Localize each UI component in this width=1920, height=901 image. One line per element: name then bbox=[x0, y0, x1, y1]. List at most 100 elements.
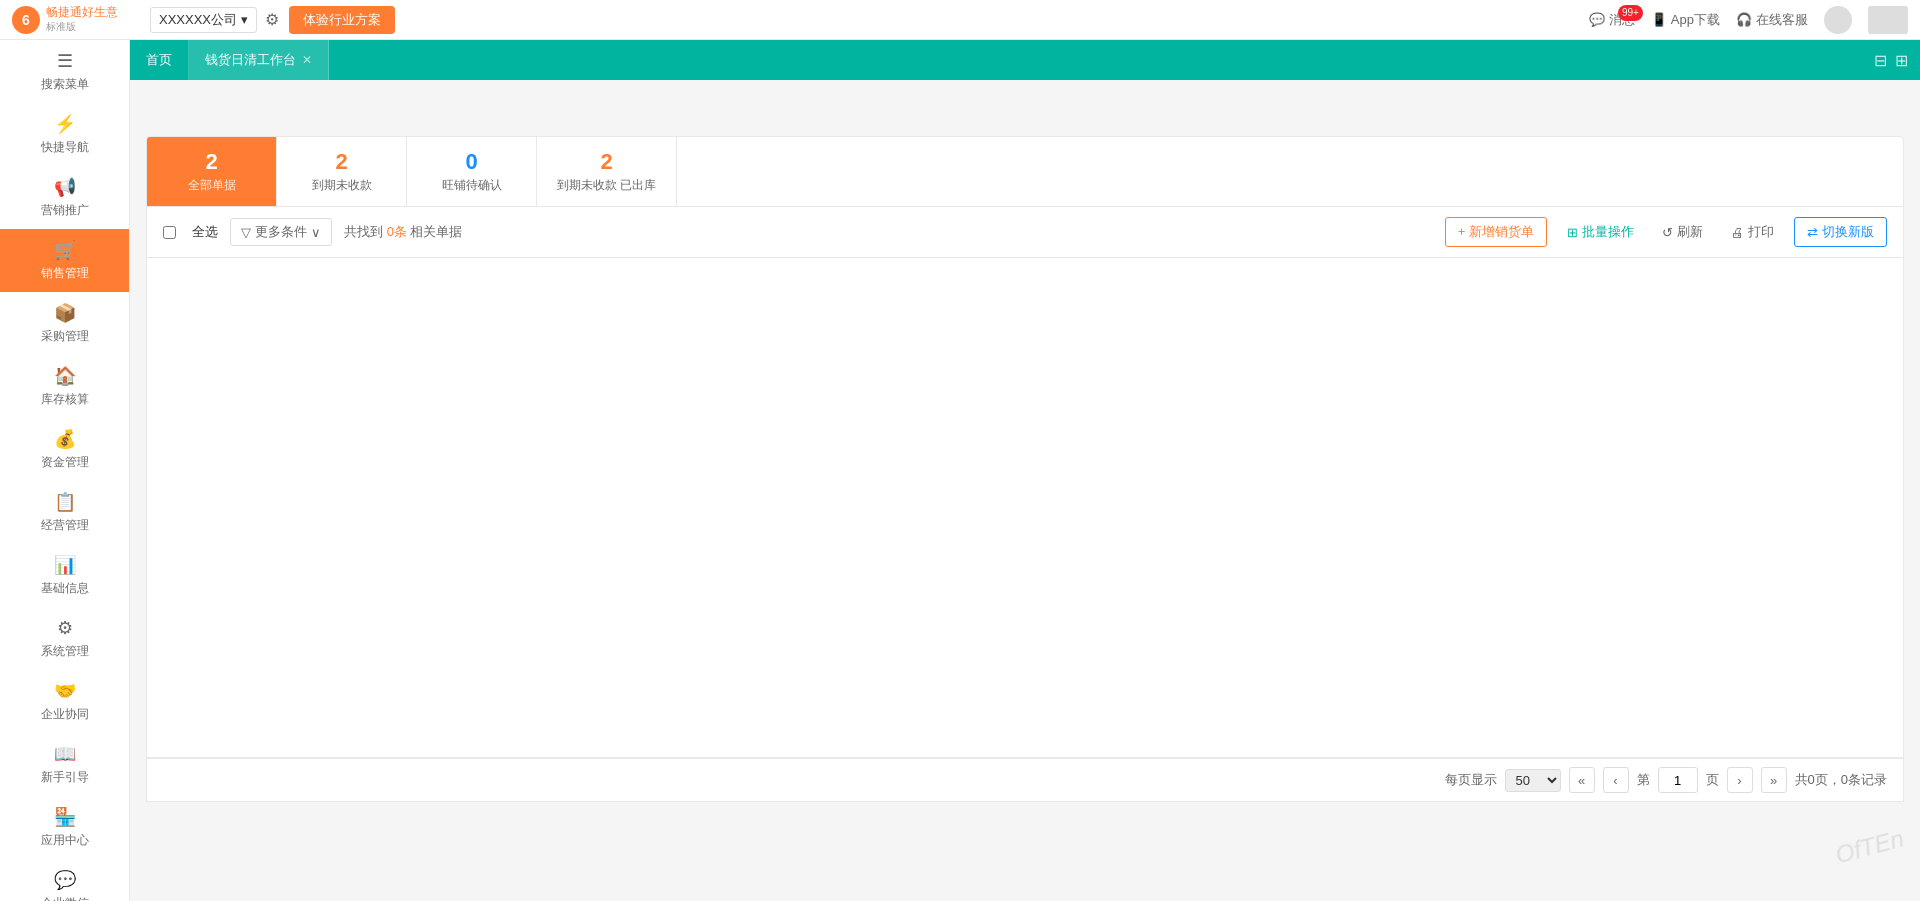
page-input[interactable] bbox=[1658, 767, 1698, 793]
found-suffix: 相关单据 bbox=[410, 224, 462, 239]
settings-icon[interactable]: ⚙ bbox=[265, 10, 279, 29]
sidebar-item-wechat[interactable]: 💬 企业微信 bbox=[0, 859, 129, 901]
logo-area: 6 畅捷通好生意 标准版 bbox=[12, 5, 142, 35]
app-download-item[interactable]: 📱 App下载 bbox=[1651, 11, 1720, 29]
found-text: 共找到 0条 相关单据 bbox=[344, 223, 462, 241]
page-label: 第 bbox=[1637, 771, 1650, 789]
tab-count-wangpu: 0 bbox=[427, 149, 516, 175]
tab-bar: 首页 钱货日清工作台 ✕ ⊟ ⊞ bbox=[130, 40, 1920, 80]
logo-sub: 标准版 bbox=[46, 20, 118, 34]
tab-label-all: 全部单据 bbox=[167, 177, 256, 194]
tab-label-wangpu: 旺铺待确认 bbox=[427, 177, 516, 194]
sidebar-label-guide: 新手引导 bbox=[41, 769, 89, 786]
sidebar-item-guide[interactable]: 📖 新手引导 bbox=[0, 733, 129, 796]
app-download-label: App下载 bbox=[1671, 11, 1720, 29]
print-icon: 🖨 bbox=[1731, 225, 1744, 240]
sidebar-item-marketing[interactable]: 📢 营销推广 bbox=[0, 166, 129, 229]
prev-page-icon: ‹ bbox=[1613, 773, 1617, 788]
main-content: 2 全部单据 2 到期未收款 0 旺铺待确认 2 到期未收款 已出库 全选 ▽ … bbox=[130, 120, 1920, 901]
logo-text: 畅捷通好生意 bbox=[46, 5, 118, 21]
tab-label-overdue: 到期未收款 bbox=[297, 177, 386, 194]
summary-tab-all[interactable]: 2 全部单据 bbox=[147, 137, 277, 206]
table-area bbox=[146, 258, 1904, 758]
sidebar-item-sales[interactable]: 🛒 销售管理 bbox=[0, 229, 129, 292]
search-menu-icon: ☰ bbox=[57, 50, 73, 72]
first-page-button[interactable]: « bbox=[1569, 767, 1595, 793]
summary-tab-wangpu[interactable]: 0 旺铺待确认 bbox=[407, 137, 537, 206]
new-sale-button[interactable]: + 新增销货单 bbox=[1445, 217, 1547, 247]
tab-label-shipped: 到期未收款 已出库 bbox=[557, 177, 656, 194]
summary-tab-overdue[interactable]: 2 到期未收款 bbox=[277, 137, 407, 206]
top-bar: 6 畅捷通好生意 标准版 XXXXXX公司 ▾ ⚙ 体验行业方案 💬 消息 99… bbox=[0, 0, 1920, 40]
summary-tab-shipped[interactable]: 2 到期未收款 已出库 bbox=[537, 137, 677, 206]
filter-chevron-icon: ∨ bbox=[311, 225, 321, 240]
sidebar-item-quick[interactable]: ⚡ 快捷导航 bbox=[0, 103, 129, 166]
sidebar-label-apps: 应用中心 bbox=[41, 832, 89, 849]
wechat-icon: 💬 bbox=[54, 869, 76, 891]
sidebar-label-enterprise: 企业协同 bbox=[41, 706, 89, 723]
quick-nav-icon: ⚡ bbox=[54, 113, 76, 135]
prev-page-button[interactable]: ‹ bbox=[1603, 767, 1629, 793]
per-page-select[interactable]: 50 100 200 bbox=[1505, 769, 1561, 792]
next-page-icon: › bbox=[1737, 773, 1741, 788]
batch-icon: ⊞ bbox=[1567, 225, 1578, 240]
total-records: 共0页，0条记录 bbox=[1795, 771, 1887, 789]
tab-active[interactable]: 钱货日清工作台 ✕ bbox=[189, 40, 329, 80]
sales-icon: 🛒 bbox=[54, 239, 76, 261]
sidebar-item-operations[interactable]: 📋 经营管理 bbox=[0, 481, 129, 544]
tab-expand-icon[interactable]: ⊞ bbox=[1895, 51, 1908, 70]
refresh-button[interactable]: ↺ 刷新 bbox=[1654, 219, 1711, 245]
select-all-checkbox[interactable] bbox=[163, 226, 176, 239]
inventory-icon: 🏠 bbox=[54, 365, 76, 387]
logo-icon: 6 bbox=[12, 6, 40, 34]
batch-operation-button[interactable]: ⊞ 批量操作 bbox=[1559, 219, 1642, 245]
apps-icon: 🏪 bbox=[54, 806, 76, 828]
sidebar-label-finance: 资金管理 bbox=[41, 454, 89, 471]
sidebar-item-system[interactable]: ⚙ 系统管理 bbox=[0, 607, 129, 670]
last-page-button[interactable]: » bbox=[1761, 767, 1787, 793]
print-button[interactable]: 🖨 打印 bbox=[1723, 219, 1782, 245]
tab-home[interactable]: 首页 bbox=[130, 40, 189, 80]
message-icon: 💬 bbox=[1589, 12, 1605, 27]
top-right: 💬 消息 99+ 📱 App下载 🎧 在线客服 bbox=[1589, 6, 1908, 34]
summary-tabs: 2 全部单据 2 到期未收款 0 旺铺待确认 2 到期未收款 已出库 bbox=[146, 136, 1904, 207]
filter-button[interactable]: ▽ 更多条件 ∨ bbox=[230, 218, 332, 246]
system-icon: ⚙ bbox=[57, 617, 73, 639]
tab-close-icon[interactable]: ✕ bbox=[302, 54, 312, 66]
sidebar-item-basics[interactable]: 📊 基础信息 bbox=[0, 544, 129, 607]
sidebar-item-search[interactable]: ☰ 搜索菜单 bbox=[0, 40, 129, 103]
sidebar-item-purchase[interactable]: 📦 采购管理 bbox=[0, 292, 129, 355]
sidebar-label-purchase: 采购管理 bbox=[41, 328, 89, 345]
switch-version-button[interactable]: ⇄ 切换新版 bbox=[1794, 217, 1887, 247]
toolbar-right: + 新增销货单 ⊞ 批量操作 ↺ 刷新 🖨 打印 ⇄ 切换新版 bbox=[1445, 217, 1887, 247]
online-service-item[interactable]: 🎧 在线客服 bbox=[1736, 11, 1808, 29]
sidebar-label-marketing: 营销推广 bbox=[41, 202, 89, 219]
message-badge: 99+ bbox=[1618, 5, 1643, 21]
company-selector[interactable]: XXXXXX公司 ▾ bbox=[150, 7, 257, 33]
operations-icon: 📋 bbox=[54, 491, 76, 513]
tab-count-shipped: 2 bbox=[557, 149, 656, 175]
sidebar-item-enterprise[interactable]: 🤝 企业协同 bbox=[0, 670, 129, 733]
phone-icon: 📱 bbox=[1651, 12, 1667, 27]
message-item[interactable]: 💬 消息 99+ bbox=[1589, 11, 1635, 29]
tab-minimize-icon[interactable]: ⊟ bbox=[1874, 51, 1887, 70]
print-label: 打印 bbox=[1748, 223, 1774, 241]
toolbar: 全选 ▽ 更多条件 ∨ 共找到 0条 相关单据 + 新增销货单 ⊞ 批量操作 ↺ bbox=[146, 207, 1904, 258]
switch-label: 切换新版 bbox=[1822, 223, 1874, 241]
sidebar-label-quick: 快捷导航 bbox=[41, 139, 89, 156]
user-name-area[interactable] bbox=[1868, 6, 1908, 34]
sidebar-item-finance[interactable]: 💰 资金管理 bbox=[0, 418, 129, 481]
avatar[interactable] bbox=[1824, 6, 1852, 34]
marketing-icon: 📢 bbox=[54, 176, 76, 198]
sidebar-item-inventory[interactable]: 🏠 库存核算 bbox=[0, 355, 129, 418]
trial-button[interactable]: 体验行业方案 bbox=[289, 6, 395, 34]
sidebar-item-apps[interactable]: 🏪 应用中心 bbox=[0, 796, 129, 859]
sidebar: ☰ 搜索菜单 ⚡ 快捷导航 📢 营销推广 🛒 销售管理 📦 采购管理 🏠 库存核… bbox=[0, 40, 130, 901]
finance-icon: 💰 bbox=[54, 428, 76, 450]
switch-icon: ⇄ bbox=[1807, 225, 1818, 240]
sidebar-label-basics: 基础信息 bbox=[41, 580, 89, 597]
last-page-icon: » bbox=[1770, 773, 1777, 788]
batch-label: 批量操作 bbox=[1582, 223, 1634, 241]
next-page-button[interactable]: › bbox=[1727, 767, 1753, 793]
company-name: XXXXXX公司 bbox=[159, 11, 237, 29]
